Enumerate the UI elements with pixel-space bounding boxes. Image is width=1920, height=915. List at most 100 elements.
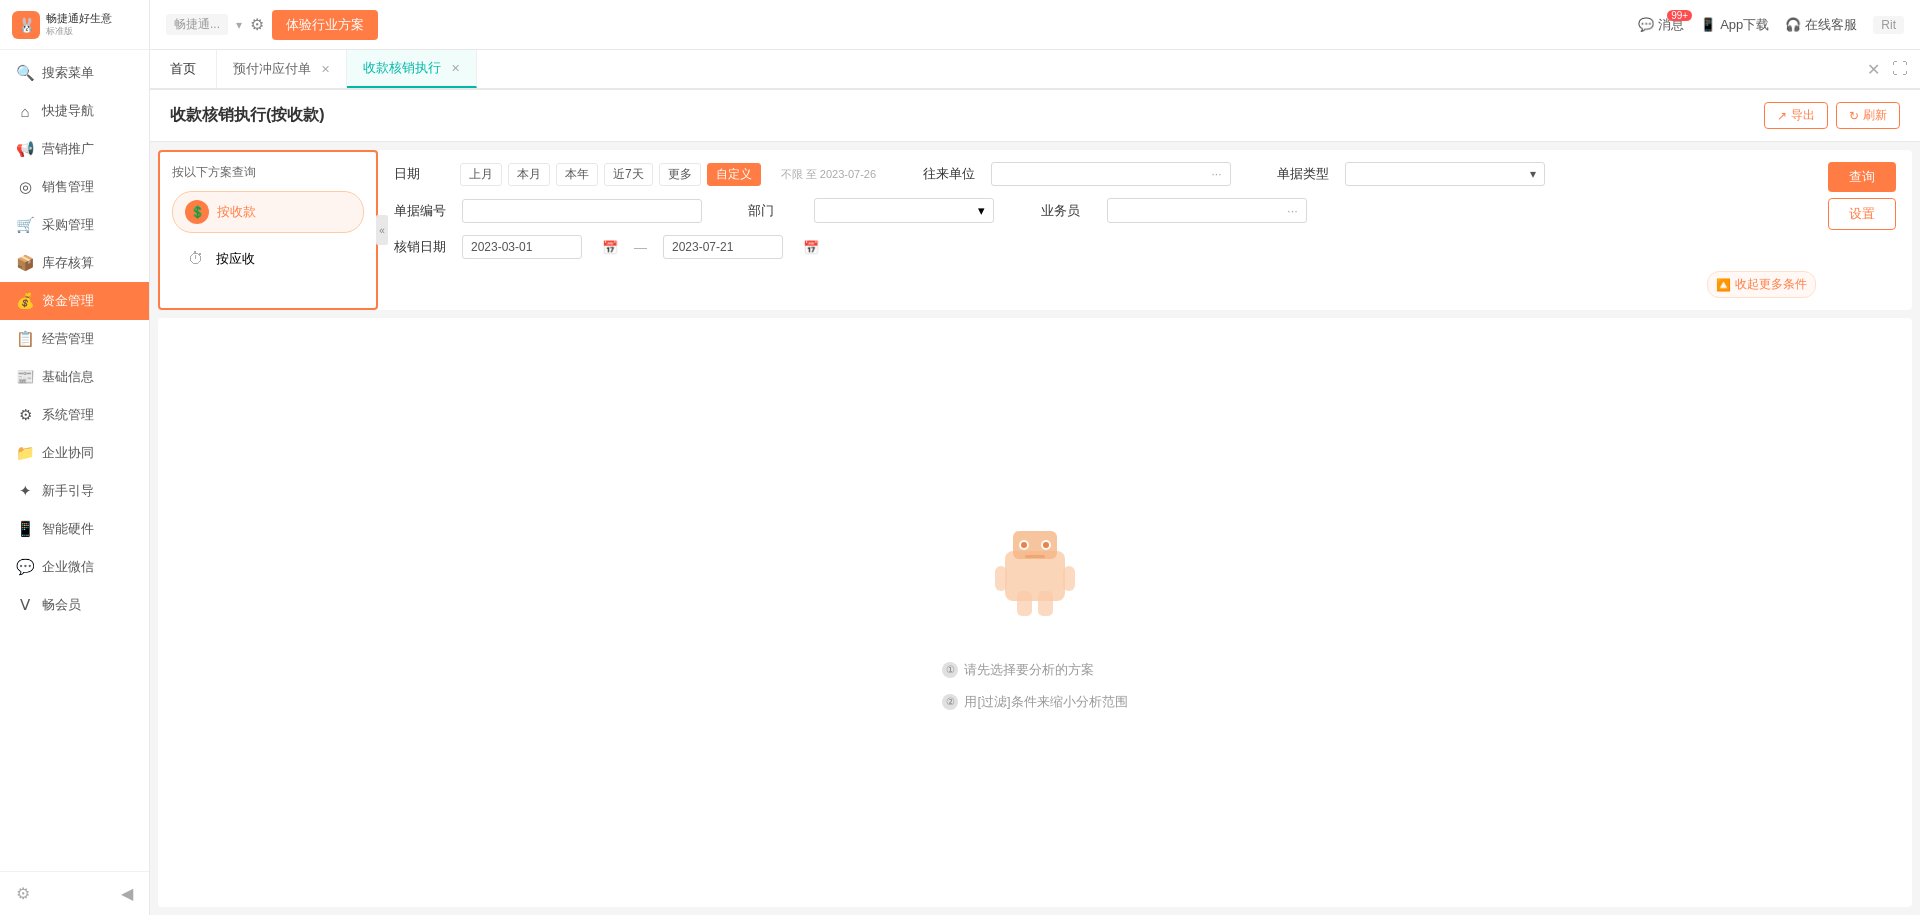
sidebar-item-search[interactable]: 🔍 搜索菜单	[0, 54, 149, 92]
date-this-month-btn[interactable]: 本月	[508, 163, 550, 186]
home-icon: ⌂	[16, 103, 34, 120]
finance-icon: 💰	[16, 292, 34, 310]
sidebar-item-member[interactable]: Ⅴ 畅会员	[0, 586, 149, 624]
sidebar-item-guide[interactable]: ✦ 新手引导	[0, 472, 149, 510]
solution-button[interactable]: 体验行业方案	[272, 10, 378, 40]
refresh-button[interactable]: ↻ 刷新	[1836, 102, 1900, 129]
basic-icon: 📰	[16, 368, 34, 386]
date-range-separator: —	[634, 240, 647, 255]
tab-home[interactable]: 首页	[150, 50, 217, 88]
sidebar-item-label: 采购管理	[42, 216, 94, 234]
sidebar-item-label: 销售管理	[42, 178, 94, 196]
sidebar-item-label: 企业协同	[42, 444, 94, 462]
tab-receipt-offset[interactable]: 收款核销执行 ✕	[347, 50, 477, 88]
offset-date-end-input[interactable]	[663, 235, 783, 259]
close-all-tabs-icon[interactable]: ✕	[1867, 60, 1880, 79]
offset-date-start-input[interactable]	[462, 235, 582, 259]
collapse-left-panel-button[interactable]: «	[376, 215, 388, 245]
sidebar-item-purchase[interactable]: 🛒 采购管理	[0, 206, 149, 244]
query-button[interactable]: 查询	[1828, 162, 1896, 192]
online-service-button[interactable]: 🎧 在线客服	[1785, 16, 1857, 34]
settings-bottom-icon[interactable]: ⚙	[16, 884, 30, 903]
calendar-start-icon[interactable]: 📅	[602, 240, 618, 255]
date-7days-btn[interactable]: 近7天	[604, 163, 653, 186]
filter-actions: 查询 设置	[1828, 162, 1896, 230]
staff-input[interactable]: ···	[1107, 198, 1307, 223]
sidebar-item-wechat[interactable]: 💬 企业微信	[0, 548, 149, 586]
chevron-down-icon: ▾	[236, 18, 242, 32]
dept-select[interactable]: ▾	[814, 198, 994, 223]
sidebar-item-sales[interactable]: ◎ 销售管理	[0, 168, 149, 206]
sidebar-item-marketing[interactable]: 📢 营销推广	[0, 130, 149, 168]
page-header: 收款核销执行(按收款) ↗ 导出 ↻ 刷新	[150, 90, 1920, 142]
message-icon: 💬	[1638, 17, 1654, 32]
tab-prepay-close-icon[interactable]: ✕	[321, 63, 330, 76]
tabbar-right: ✕ ⛶	[1855, 50, 1920, 88]
sidebar-item-label: 新手引导	[42, 482, 94, 500]
sidebar-item-collab[interactable]: 📁 企业协同	[0, 434, 149, 472]
system-icon: ⚙	[16, 406, 34, 424]
tab-prepay[interactable]: 预付冲应付单 ✕	[217, 50, 347, 88]
svg-rect-1	[995, 566, 1007, 591]
filter-row-3: 核销日期 📅 — 📅	[394, 235, 1816, 259]
sidebar-item-basic[interactable]: 📰 基础信息	[0, 358, 149, 396]
date-last-month-btn[interactable]: 上月	[460, 163, 502, 186]
svg-rect-4	[1038, 591, 1053, 616]
collapse-more-conditions-button[interactable]: 🔼 收起更多条件	[1707, 271, 1816, 298]
chevron-down-icon: ▾	[1530, 167, 1536, 181]
filter-by-receipt-label: 按收款	[217, 203, 256, 221]
sidebar-item-system[interactable]: ⚙ 系统管理	[0, 396, 149, 434]
tip-text-2: 用[过滤]条件来缩小分析范围	[964, 689, 1127, 715]
counterpart-input[interactable]: ···	[991, 162, 1231, 186]
logo-name: 畅捷通好生意	[46, 11, 112, 25]
tab-receipt-offset-close-icon[interactable]: ✕	[451, 62, 460, 75]
filter-panel-right: 日期 上月 本月 本年 近7天 更多 自定义 不限 至 2023-07-26	[378, 150, 1912, 310]
sidebar-item-hardware[interactable]: 📱 智能硬件	[0, 510, 149, 548]
filter-row-1: 日期 上月 本月 本年 近7天 更多 自定义 不限 至 2023-07-26	[394, 162, 1816, 186]
app-download-button[interactable]: 📱 App下载	[1700, 16, 1769, 34]
sidebar-item-label: 营销推广	[42, 140, 94, 158]
collapse-sidebar-icon[interactable]: ◀	[121, 884, 133, 903]
date-custom-btn[interactable]: 自定义	[707, 163, 761, 186]
filter-by-receipt[interactable]: 💲 按收款	[172, 191, 364, 233]
sidebar-item-label: 企业微信	[42, 558, 94, 576]
staff-dots-icon[interactable]: ···	[1287, 203, 1298, 218]
empty-illustration	[975, 511, 1095, 645]
date-no-limit: 不限 至 2023-07-26	[781, 167, 876, 182]
logo-icon: 🐰	[12, 11, 40, 39]
sidebar-item-inventory[interactable]: 📦 库存核算	[0, 244, 149, 282]
svg-point-9	[1043, 542, 1049, 548]
doc-type-select[interactable]: ▾	[1345, 162, 1545, 186]
sidebar-item-label: 经营管理	[42, 330, 94, 348]
tip-num-2: ②	[942, 694, 958, 710]
counterpart-dots-icon[interactable]: ···	[1212, 167, 1222, 181]
sidebar-item-shortcut[interactable]: ⌂ 快捷导航	[0, 92, 149, 130]
purchase-icon: 🛒	[16, 216, 34, 234]
export-button[interactable]: ↗ 导出	[1764, 102, 1828, 129]
svg-rect-2	[1063, 566, 1075, 591]
gear-icon[interactable]: ⚙	[250, 15, 264, 34]
expand-icon[interactable]: ⛶	[1892, 60, 1908, 78]
setting-button[interactable]: 设置	[1828, 198, 1896, 230]
sidebar-item-business[interactable]: 📋 经营管理	[0, 320, 149, 358]
refresh-icon: ↻	[1849, 109, 1859, 123]
page-actions: ↗ 导出 ↻ 刷新	[1764, 102, 1900, 129]
counterpart-label: 往来单位	[923, 165, 975, 183]
chevron-down-icon: ▾	[978, 203, 985, 218]
calendar-end-icon[interactable]: 📅	[803, 240, 819, 255]
staff-label: 业务员	[1041, 202, 1091, 220]
hardware-icon: 📱	[16, 520, 34, 538]
doc-no-input[interactable]	[462, 199, 702, 223]
sidebar-item-finance[interactable]: 💰 资金管理	[0, 282, 149, 320]
message-badge: 99+	[1667, 10, 1692, 21]
sidebar-item-label: 库存核算	[42, 254, 94, 272]
date-more-btn[interactable]: 更多	[659, 163, 701, 186]
message-button[interactable]: 💬 消息 99+	[1638, 16, 1684, 34]
user-name: Rit	[1873, 16, 1904, 34]
date-this-year-btn[interactable]: 本年	[556, 163, 598, 186]
tab-home-label: 首页	[170, 60, 196, 78]
guide-icon: ✦	[16, 482, 34, 500]
filter-by-receivable[interactable]: ⏱ 按应收	[172, 239, 364, 279]
sidebar-item-label: 智能硬件	[42, 520, 94, 538]
main-content: 畅捷通... ▾ ⚙ 体验行业方案 💬 消息 99+ 📱 App下载 🎧 在线客…	[150, 0, 1920, 915]
